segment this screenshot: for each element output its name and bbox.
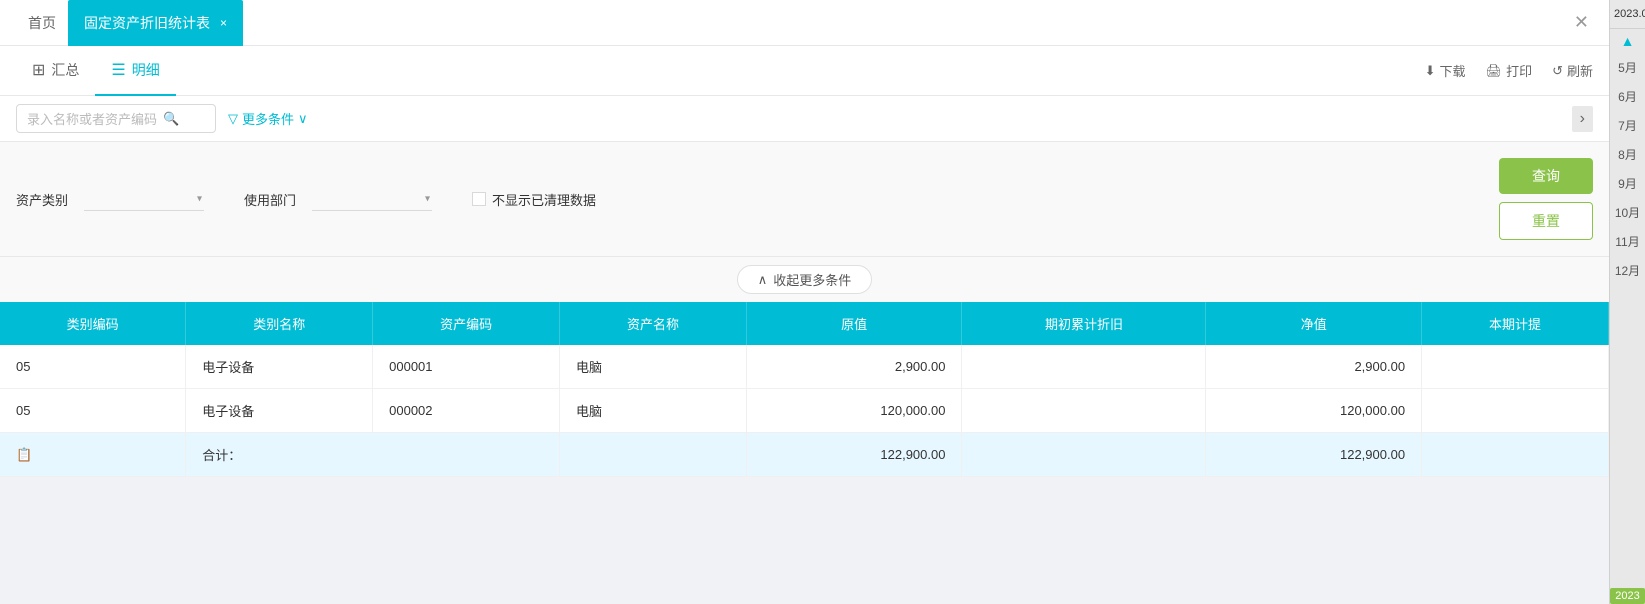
col-cat-code: 类别编码 <box>0 302 186 345</box>
asset-category-field: 资产类别 <box>16 187 204 211</box>
search-placeholder: 录入名称或者资产编码 <box>27 109 157 128</box>
cell-cat-name: 电子设备 <box>186 345 373 389</box>
col-asset-code: 资产编码 <box>373 302 560 345</box>
reset-button[interactable]: 重置 <box>1499 202 1593 240</box>
filter-icon: ▽ <box>228 111 238 127</box>
dept-field: 使用部门 <box>244 187 432 211</box>
total-original-value: 122,900.00 <box>746 433 962 477</box>
search-icon: 🔍 <box>163 111 179 127</box>
summary-icon: ⊞ <box>32 60 45 80</box>
refresh-icon: ↺ <box>1552 63 1563 79</box>
detail-icon: ☰ <box>111 60 125 80</box>
nav-tab-label: 固定资产折旧统计表 <box>84 13 210 33</box>
collapse-icon: ∧ <box>758 272 768 288</box>
col-original-value: 原值 <box>746 302 962 345</box>
collapse-bar: ∧ 收起更多条件 <box>0 257 1609 302</box>
total-current-depr <box>1422 433 1609 477</box>
sidebar-month-11[interactable]: 11月 <box>1610 227 1645 256</box>
sidebar-date: 2023.01 <box>1610 0 1645 29</box>
cell-current-depr <box>1422 345 1609 389</box>
hide-cleared-checkbox-wrapper[interactable]: 不显示已清理数据 <box>472 190 596 209</box>
refresh-label: 刷新 <box>1567 61 1593 80</box>
sidebar-year-badge[interactable]: 2023 <box>1610 588 1645 604</box>
cell-net-value: 2,900.00 <box>1206 345 1422 389</box>
sidebar-month-12[interactable]: 12月 <box>1610 256 1645 285</box>
cell-asset-code: 000002 <box>373 389 560 433</box>
total-net-value: 122,900.00 <box>1206 433 1422 477</box>
expand-sidebar-button[interactable]: › <box>1572 106 1593 132</box>
dept-select[interactable] <box>312 187 432 211</box>
cell-cat-code: 05 <box>0 345 186 389</box>
download-label: 下载 <box>1440 61 1466 80</box>
print-button[interactable]: 🖨 打印 <box>1486 61 1533 80</box>
window-close-button[interactable]: ✕ <box>1570 8 1593 37</box>
hide-cleared-checkbox[interactable] <box>472 192 486 206</box>
sidebar-month-8[interactable]: 8月 <box>1610 140 1645 169</box>
download-button[interactable]: ⬇ 下载 <box>1425 61 1466 80</box>
print-icon: 🖨 <box>1486 63 1503 79</box>
advanced-filter-panel: 资产类别 使用部门 不显示已清理数据 <box>0 142 1609 257</box>
asset-category-select[interactable] <box>84 187 204 211</box>
download-icon: ⬇ <box>1425 63 1436 79</box>
total-asset-name <box>560 433 747 477</box>
cell-original-value: 2,900.00 <box>746 345 962 389</box>
sidebar-month-7[interactable]: 7月 <box>1610 111 1645 140</box>
more-conditions-label: 更多条件 <box>242 109 294 128</box>
col-asset-name: 资产名称 <box>560 302 747 345</box>
total-label: 合计： <box>186 433 560 477</box>
table-row: 05 电子设备 000002 电脑 120,000.00 120,000.00 <box>0 389 1609 433</box>
fixed-assets-table: 类别编码 类别名称 资产编码 资产名称 原值 期初累计折旧 净值 本期计提 05… <box>0 302 1609 477</box>
nav-tab-close[interactable]: × <box>220 16 227 30</box>
collapse-more-button[interactable]: ∧ 收起更多条件 <box>737 265 873 294</box>
refresh-button[interactable]: ↺ 刷新 <box>1552 61 1593 80</box>
right-sidebar: 2023.01 ▲ 5月 6月 7月 8月 9月 10月 11月 12月 202… <box>1609 0 1645 604</box>
tab-detail[interactable]: ☰ 明细 <box>95 46 175 96</box>
query-button[interactable]: 查询 <box>1499 158 1593 194</box>
col-net-value: 净值 <box>1206 302 1422 345</box>
cell-cat-code: 05 <box>0 389 186 433</box>
tab-detail-label: 明细 <box>132 60 160 80</box>
sidebar-month-9[interactable]: 9月 <box>1610 169 1645 198</box>
nav-tab-fixed-assets[interactable]: 固定资产折旧统计表 × <box>68 0 243 46</box>
dept-label: 使用部门 <box>244 190 304 209</box>
cell-accum-depr <box>962 345 1206 389</box>
search-input[interactable]: 录入名称或者资产编码 🔍 <box>16 104 216 133</box>
cell-accum-depr <box>962 389 1206 433</box>
table-total-row: 📋 合计： 122,900.00 122,900.00 <box>0 433 1609 477</box>
col-current-depr: 本期计提 <box>1422 302 1609 345</box>
col-accum-depr: 期初累计折旧 <box>962 302 1206 345</box>
cell-asset-code: 000001 <box>373 345 560 389</box>
total-icon: 📋 <box>0 433 186 477</box>
print-label: 打印 <box>1506 61 1532 80</box>
tab-summary-label: 汇总 <box>51 60 79 80</box>
sidebar-month-6[interactable]: 6月 <box>1610 82 1645 111</box>
table-row: 05 电子设备 000001 电脑 2,900.00 2,900.00 <box>0 345 1609 389</box>
total-accum-depr <box>962 433 1206 477</box>
chevron-down-icon: ∨ <box>298 111 308 127</box>
collapse-label: 收起更多条件 <box>773 270 851 289</box>
more-conditions-toggle[interactable]: ▽ 更多条件 ∨ <box>228 109 308 128</box>
cell-asset-name: 电脑 <box>560 389 747 433</box>
cell-asset-name: 电脑 <box>560 345 747 389</box>
nav-home[interactable]: 首页 <box>16 13 68 33</box>
cell-original-value: 120,000.00 <box>746 389 962 433</box>
col-cat-name: 类别名称 <box>186 302 373 345</box>
tab-summary[interactable]: ⊞ 汇总 <box>16 46 95 96</box>
sidebar-month-10[interactable]: 10月 <box>1610 198 1645 227</box>
cell-net-value: 120,000.00 <box>1206 389 1422 433</box>
data-table-container: 类别编码 类别名称 资产编码 资产名称 原值 期初累计折旧 净值 本期计提 05… <box>0 302 1609 604</box>
sidebar-month-5[interactable]: 5月 <box>1610 53 1645 82</box>
cell-current-depr <box>1422 389 1609 433</box>
hide-cleared-label: 不显示已清理数据 <box>492 190 596 209</box>
sidebar-scroll-up[interactable]: ▲ <box>1617 29 1639 53</box>
cell-cat-name: 电子设备 <box>186 389 373 433</box>
asset-category-label: 资产类别 <box>16 190 76 209</box>
